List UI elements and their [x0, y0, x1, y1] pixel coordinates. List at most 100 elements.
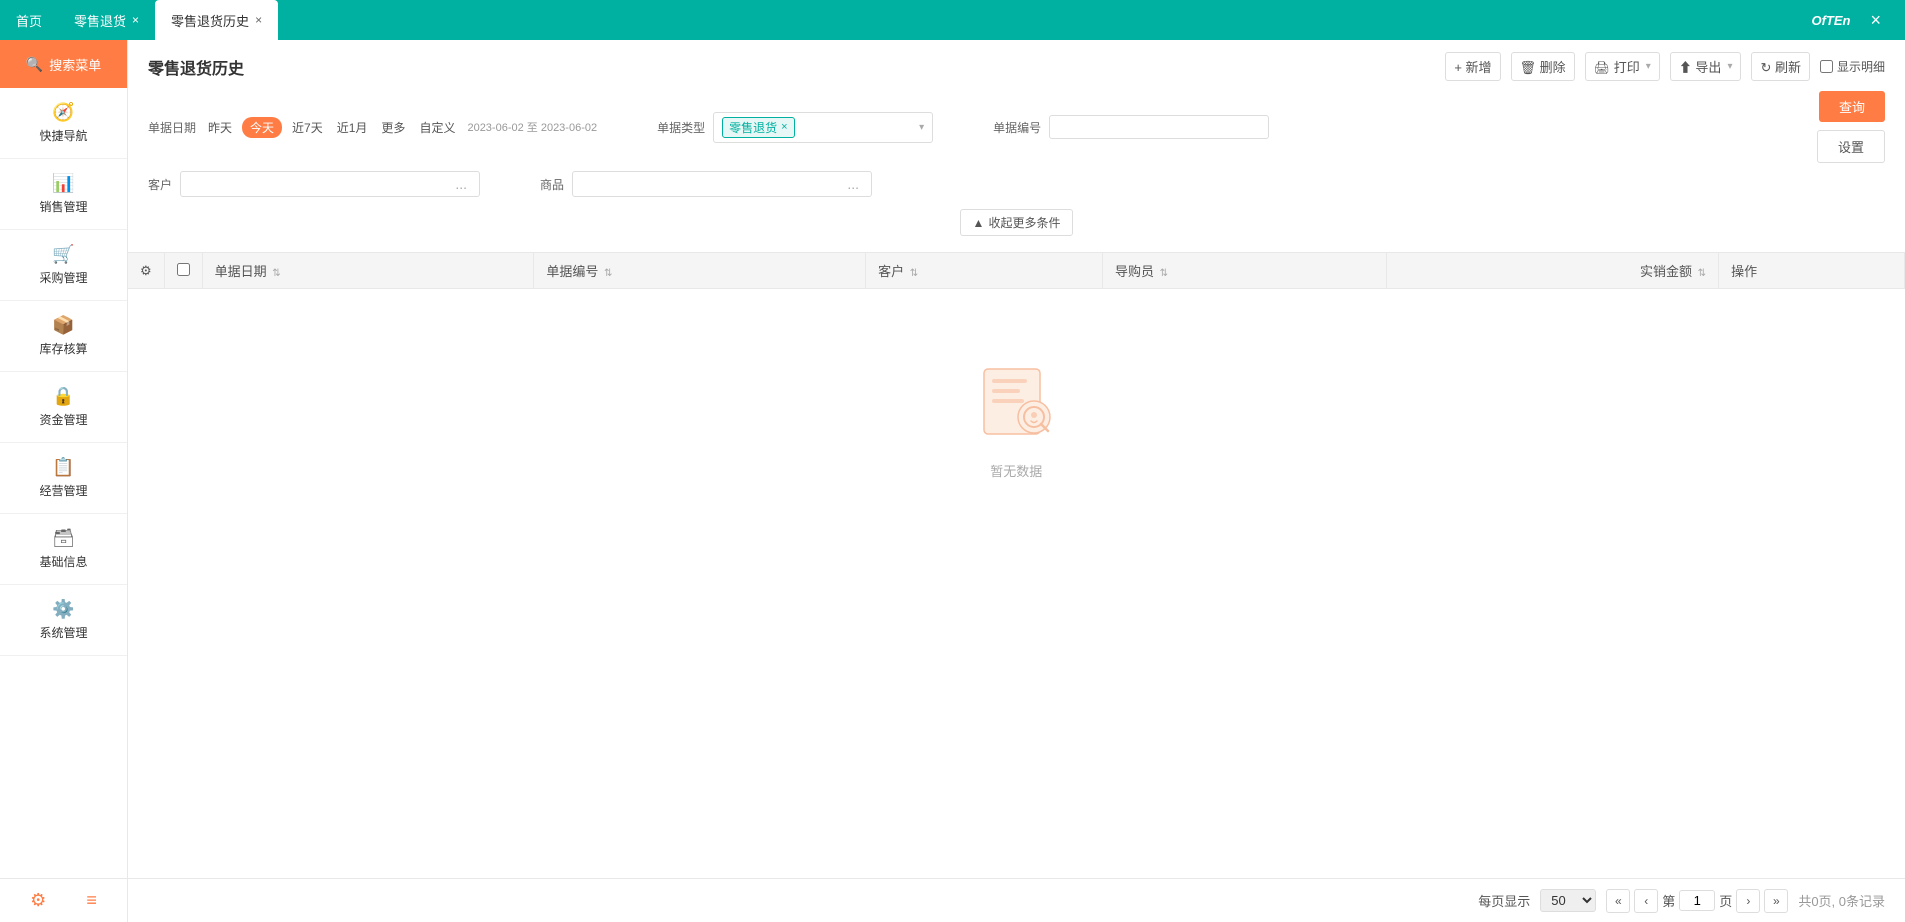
- query-button[interactable]: 查询: [1819, 91, 1885, 122]
- filter-row-2: 客户 ... 商品 ...: [148, 171, 1885, 197]
- sidebar: 🔍 搜索菜单 🧭 快捷导航 📊 销售管理 🛒 采购管理 📦 库存核算 🔒: [0, 40, 128, 922]
- main-layout: 🔍 搜索菜单 🧭 快捷导航 📊 销售管理 🛒 采购管理 📦 库存核算 🔒: [0, 40, 1905, 922]
- type-filter-select[interactable]: 零售退货 × ▾: [713, 112, 933, 143]
- per-page-select[interactable]: 20 50 100: [1540, 889, 1596, 912]
- collapse-sidebar-icon[interactable]: ≡: [86, 890, 97, 911]
- th-date[interactable]: 单据日期 ⇅: [202, 253, 534, 289]
- type-dropdown-icon: ▾: [919, 122, 924, 133]
- number-filter-input[interactable]: [1049, 115, 1269, 139]
- pagination-total: 共0页, 0条记录: [1798, 891, 1885, 910]
- tab-retail-return-close[interactable]: ×: [132, 13, 139, 27]
- per-page-label: 每页显示: [1478, 891, 1530, 910]
- th-amount-sort-icon: ⇅: [1698, 268, 1706, 279]
- export-button[interactable]: ⬆ 导出 ▾: [1670, 52, 1742, 81]
- refresh-button[interactable]: ↻ 刷新: [1751, 52, 1810, 81]
- th-amount-label: 实销金额: [1640, 264, 1692, 279]
- top-bar-right: OfTEn ×: [1799, 10, 1905, 31]
- query-settings-buttons: 查询 设置: [1817, 91, 1885, 163]
- operations-icon: 📋: [52, 457, 74, 478]
- sidebar-item-system[interactable]: ⚙️ 系统管理: [0, 585, 127, 656]
- sidebar-item-sales[interactable]: 📊 销售管理: [0, 159, 127, 230]
- tab-bar: 首页 零售退货 × 零售退货历史 ×: [0, 0, 1799, 40]
- table-header-row: ⚙ 单据日期 ⇅ 单据编号 ⇅: [128, 253, 1905, 289]
- page-number-input[interactable]: [1679, 890, 1715, 911]
- goods-ellipsis-icon[interactable]: ...: [843, 176, 863, 192]
- collapse-button-row: ▲ 收起更多条件: [148, 205, 1885, 244]
- show-detail-label: 显示明细: [1820, 58, 1885, 75]
- export-label: ⬆ 导出: [1679, 57, 1722, 76]
- quicknav-icon: 🧭: [52, 102, 74, 123]
- sidebar-item-purchase[interactable]: 🛒 采购管理: [0, 230, 127, 301]
- tab-home-label: 首页: [16, 11, 42, 30]
- new-button[interactable]: + 新增: [1445, 52, 1500, 81]
- customer-ellipsis-icon[interactable]: ...: [451, 176, 471, 192]
- next-page-button[interactable]: ›: [1736, 889, 1760, 913]
- sidebar-item-sales-label: 销售管理: [39, 198, 87, 215]
- date-shortcut-7days[interactable]: 近7天: [288, 117, 327, 138]
- content-area: 零售退货历史 + 新增 🗑 删除 🖨 打印 ▾ ⬆ 导出 ▾ ↻ 刷新: [128, 40, 1905, 922]
- number-filter-label: 单据编号: [993, 119, 1041, 136]
- th-amount[interactable]: 实销金额 ⇅: [1387, 253, 1719, 289]
- tab-retail-return-history-close[interactable]: ×: [255, 13, 262, 27]
- date-shortcut-1month[interactable]: 近1月: [333, 117, 372, 138]
- sidebar-item-operations[interactable]: 📋 经营管理: [0, 443, 127, 514]
- filter-settings-button[interactable]: 设置: [1817, 130, 1885, 163]
- page-label: 第: [1662, 891, 1675, 910]
- th-actions-label: 操作: [1731, 264, 1757, 279]
- type-filter-label: 单据类型: [657, 119, 705, 136]
- select-all-checkbox[interactable]: [177, 263, 190, 276]
- date-range-display: 2023-06-02 至 2023-06-02: [467, 119, 597, 135]
- th-guide-label: 导购员: [1115, 264, 1154, 279]
- th-checkbox[interactable]: [164, 253, 202, 289]
- delete-button[interactable]: 🗑 删除: [1511, 52, 1575, 81]
- th-settings[interactable]: ⚙: [128, 253, 164, 289]
- goods-filter-select[interactable]: ...: [572, 171, 872, 197]
- sidebar-item-quicknav[interactable]: 🧭 快捷导航: [0, 88, 127, 159]
- sidebar-item-operations-label: 经营管理: [39, 482, 87, 499]
- sales-icon: 📊: [52, 173, 74, 194]
- sidebar-search-button[interactable]: 🔍 搜索菜单: [0, 40, 127, 88]
- tab-home[interactable]: 首页: [0, 0, 58, 40]
- prev-page-button[interactable]: ‹: [1634, 889, 1658, 913]
- print-button[interactable]: 🖨 打印 ▾: [1585, 52, 1660, 81]
- date-shortcut-custom[interactable]: 自定义: [415, 117, 459, 138]
- tab-retail-return-history[interactable]: 零售退货历史 ×: [155, 0, 278, 40]
- type-tag-close-icon[interactable]: ×: [781, 121, 787, 133]
- sidebar-bottom: ⚙ ≡: [0, 878, 127, 922]
- date-shortcut-more[interactable]: 更多: [377, 117, 409, 138]
- sidebar-item-finance[interactable]: 🔒 资金管理: [0, 372, 127, 443]
- collapse-conditions-button[interactable]: ▲ 收起更多条件: [960, 209, 1074, 236]
- th-customer-sort-icon: ⇅: [910, 268, 918, 279]
- customer-filter-select[interactable]: ...: [180, 171, 480, 197]
- first-page-button[interactable]: «: [1606, 889, 1630, 913]
- th-guide[interactable]: 导购员 ⇅: [1103, 253, 1387, 289]
- empty-illustration: [966, 349, 1066, 449]
- type-tags-container: 零售退货 ×: [722, 117, 917, 138]
- inventory-icon: 📦: [52, 315, 74, 336]
- window-close-button[interactable]: ×: [1862, 10, 1889, 31]
- tab-retail-return[interactable]: 零售退货 ×: [58, 0, 155, 40]
- sidebar-item-inventory[interactable]: 📦 库存核算: [0, 301, 127, 372]
- settings-bottom-icon[interactable]: ⚙: [30, 890, 46, 911]
- last-page-button[interactable]: »: [1764, 889, 1788, 913]
- show-detail-checkbox[interactable]: [1820, 60, 1833, 73]
- tab-retail-return-label: 零售退货: [74, 11, 126, 30]
- pagination-bar: 每页显示 20 50 100 « ‹ 第 页 › » 共0页, 0条记录: [128, 878, 1905, 922]
- sidebar-item-system-label: 系统管理: [39, 624, 87, 641]
- date-shortcut-today[interactable]: 今天: [242, 117, 282, 138]
- sidebar-item-baseinfo[interactable]: 🗃 基础信息: [0, 514, 127, 585]
- page-title: 零售退货历史: [148, 55, 244, 79]
- filter-area: 单据日期 昨天 今天 近7天 近1月 更多 自定义 2023-06-02 至 2…: [148, 91, 1885, 252]
- purchase-icon: 🛒: [52, 244, 74, 265]
- toolbar: + 新增 🗑 删除 🖨 打印 ▾ ⬆ 导出 ▾ ↻ 刷新 显示明细: [1445, 52, 1885, 81]
- sidebar-menu: 🧭 快捷导航 📊 销售管理 🛒 采购管理 📦 库存核算 🔒 资金管理 📋: [0, 88, 127, 878]
- filter-number-item: 单据编号: [993, 115, 1269, 139]
- sidebar-search-label: 搜索菜单: [49, 55, 101, 74]
- print-chevron-icon: ▾: [1646, 61, 1651, 72]
- th-number[interactable]: 单据编号 ⇅: [534, 253, 866, 289]
- collapse-icon: ▲: [973, 216, 985, 230]
- th-customer[interactable]: 客户 ⇅: [866, 253, 1103, 289]
- system-icon: ⚙️: [52, 599, 74, 620]
- date-shortcut-yesterday[interactable]: 昨天: [204, 117, 236, 138]
- filter-customer-item: 客户 ...: [148, 171, 480, 197]
